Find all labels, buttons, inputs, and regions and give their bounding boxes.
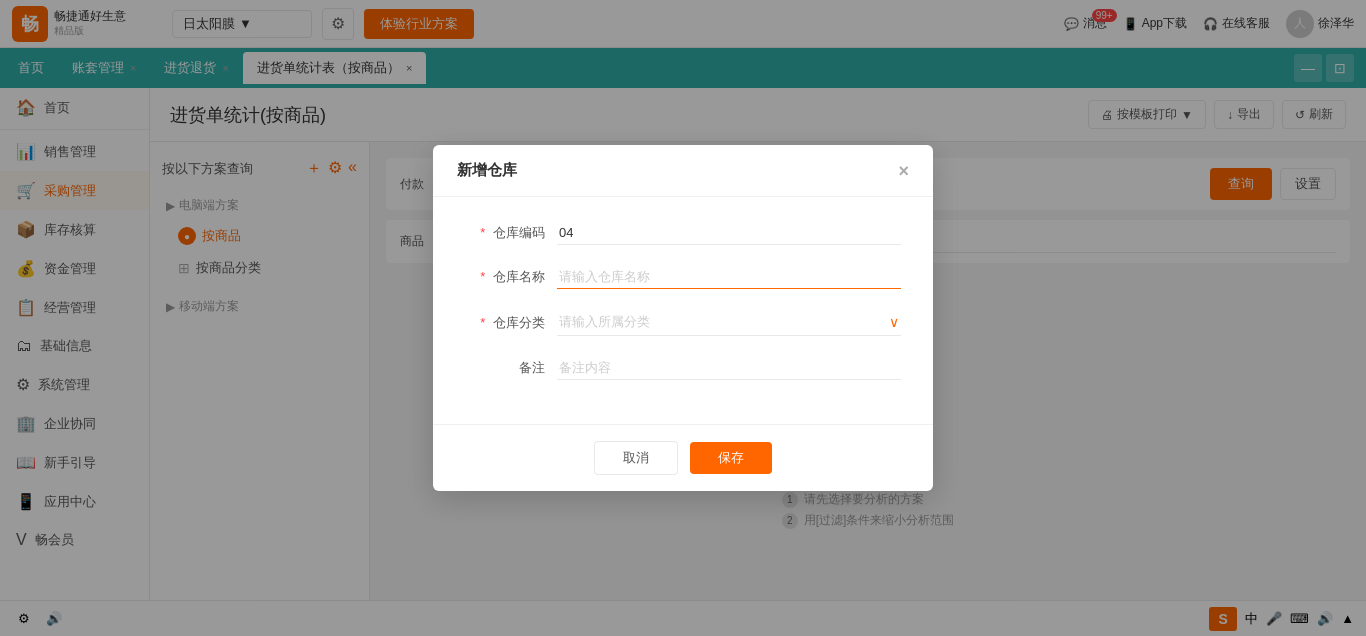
category-chevron-icon: ∨ [889, 314, 899, 330]
warehouse-remark-row: 备注 [465, 356, 901, 380]
remark-label: 备注 [465, 359, 545, 377]
modal-header: 新增仓库 × [433, 145, 933, 197]
add-warehouse-modal: 新增仓库 × * 仓库编码 * 仓库名称 [433, 145, 933, 491]
category-label: * 仓库分类 [465, 314, 545, 332]
modal-title: 新增仓库 [457, 161, 517, 180]
warehouse-name-row: * 仓库名称 [465, 265, 901, 289]
modal-footer: 取消 保存 [433, 424, 933, 491]
warehouse-category-row: * 仓库分类 请输入所属分类 ∨ [465, 309, 901, 336]
modal-body: * 仓库编码 * 仓库名称 * 仓库分类 请输入所属 [433, 197, 933, 424]
save-button[interactable]: 保存 [690, 442, 772, 474]
cancel-button[interactable]: 取消 [594, 441, 678, 475]
warehouse-remark-input[interactable] [557, 356, 901, 380]
warehouse-name-input[interactable] [557, 265, 901, 289]
warehouse-code-row: * 仓库编码 [465, 221, 901, 245]
modal-overlay: 新增仓库 × * 仓库编码 * 仓库名称 [0, 0, 1366, 636]
warehouse-category-select[interactable]: 请输入所属分类 ∨ [557, 309, 901, 336]
warehouse-code-input[interactable] [557, 221, 901, 245]
code-label: * 仓库编码 [465, 224, 545, 242]
modal-close-button[interactable]: × [898, 162, 909, 180]
name-label: * 仓库名称 [465, 268, 545, 286]
